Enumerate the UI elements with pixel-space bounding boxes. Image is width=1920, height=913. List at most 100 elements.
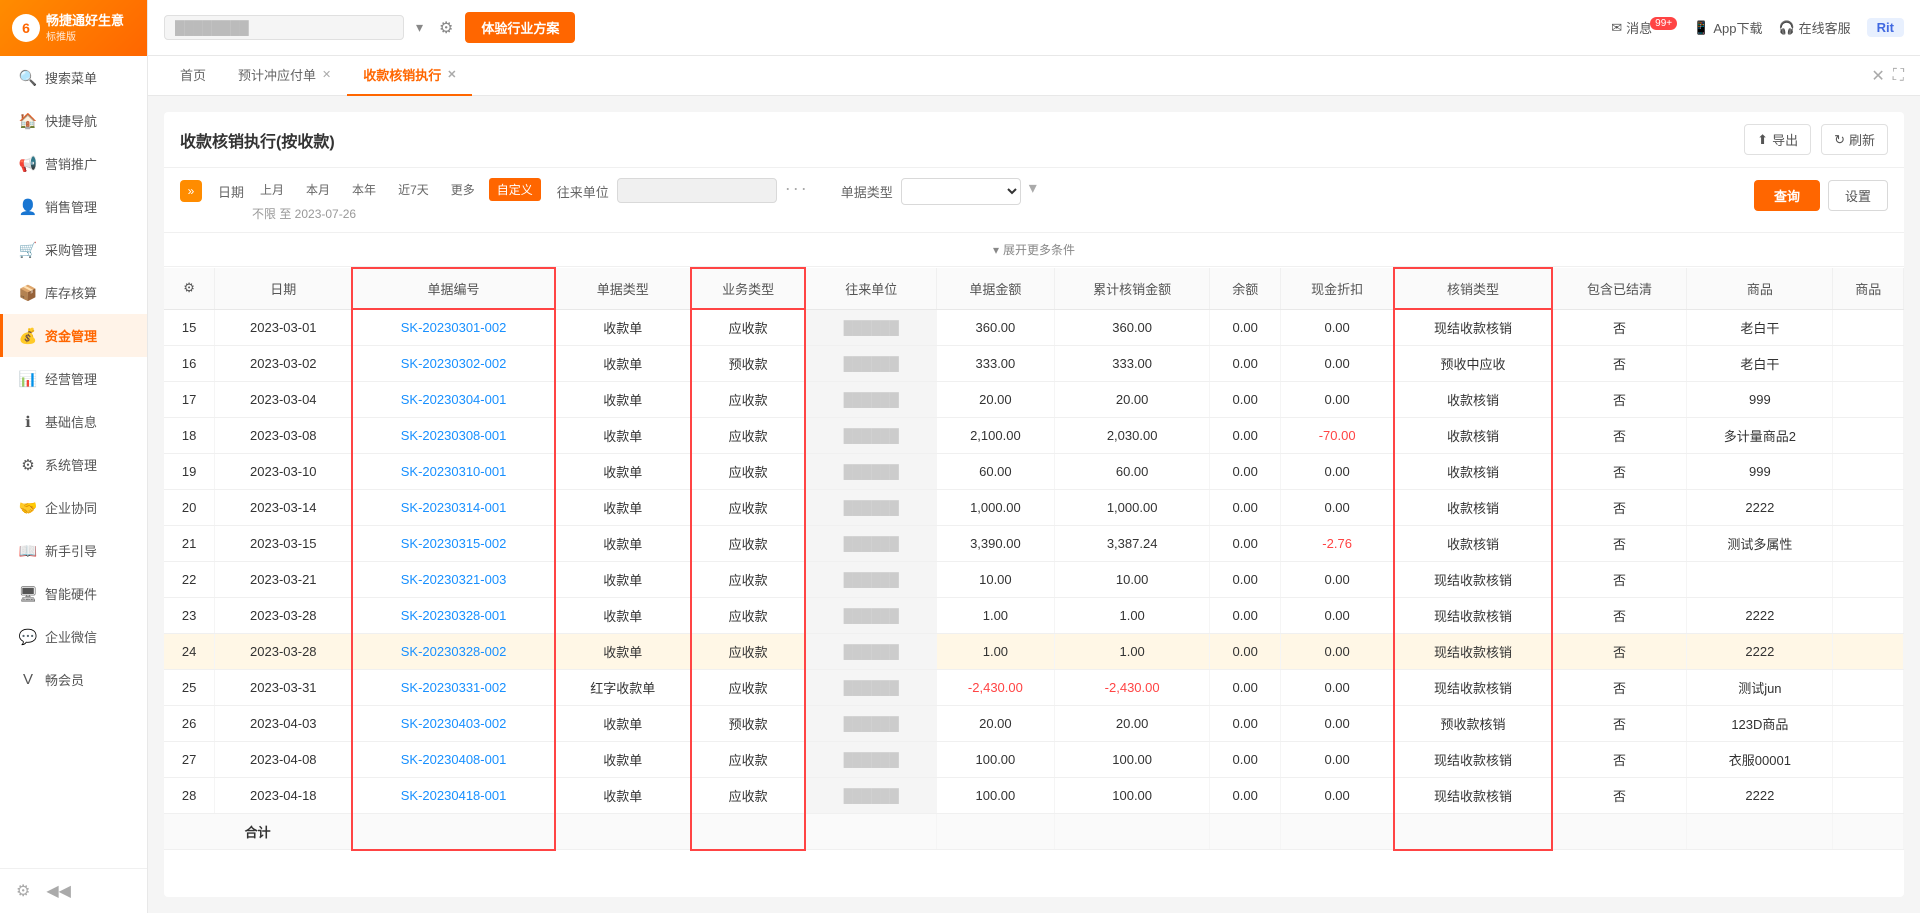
sidebar-item-hardware[interactable]: 🖥 智能硬件 xyxy=(0,572,147,615)
bill-type-select[interactable] xyxy=(901,178,1021,205)
tab-receivable[interactable]: 收款核销执行 ✕ xyxy=(347,56,472,96)
bill-no-link[interactable]: SK-20230302-002 xyxy=(401,356,507,371)
sidebar-item-operation[interactable]: 📊 经营管理 xyxy=(0,357,147,400)
inventory-icon: 📦 xyxy=(19,284,37,302)
cell-product: 衣服00001 xyxy=(1687,742,1833,778)
settings-gear-icon[interactable]: ⚙ xyxy=(16,881,30,901)
cell-biz-type: 预收款 xyxy=(691,346,806,382)
cell-product: 999 xyxy=(1687,454,1833,490)
cell-bill-amount: 100.00 xyxy=(936,742,1054,778)
bill-no-link[interactable]: SK-20230315-002 xyxy=(401,536,507,551)
sidebar-item-basic[interactable]: ℹ 基础信息 xyxy=(0,400,147,443)
bill-no-link[interactable]: SK-20230314-001 xyxy=(401,500,507,515)
bill-no-link[interactable]: SK-20230328-001 xyxy=(401,608,507,623)
cell-date: 2023-03-31 xyxy=(215,670,353,706)
cell-product: 2222 xyxy=(1687,490,1833,526)
cell-bill-no: SK-20230331-002 xyxy=(352,670,554,706)
sidebar-item-search[interactable]: 🔍 搜索菜单 xyxy=(0,56,147,99)
bill-no-link[interactable]: SK-20230308-001 xyxy=(401,428,507,443)
user-avatar-item[interactable]: Rit xyxy=(1867,18,1904,37)
cell-cumulative: -2,430.00 xyxy=(1054,670,1210,706)
query-button[interactable]: 查询 xyxy=(1754,180,1820,211)
bill-no-link[interactable]: SK-20230408-001 xyxy=(401,752,507,767)
cell-product xyxy=(1687,562,1833,598)
sidebar-item-shortcut[interactable]: 🏠 快捷导航 xyxy=(0,99,147,142)
sidebar-item-marketing[interactable]: 📢 营销推广 xyxy=(0,142,147,185)
bill-no-link[interactable]: SK-20230310-001 xyxy=(401,464,507,479)
sidebar-item-purchase[interactable]: 🛒 采购管理 xyxy=(0,228,147,271)
cell-partner: ██████ xyxy=(805,454,936,490)
tab-close-all-icon[interactable]: ✕ xyxy=(1871,66,1884,86)
topbar-gear-icon[interactable]: ⚙ xyxy=(439,18,453,38)
sidebar-item-guide[interactable]: 📖 新手引导 xyxy=(0,529,147,572)
industry-solution-button[interactable]: 体验行业方案 xyxy=(465,12,575,43)
cell-bill-no: SK-20230310-001 xyxy=(352,454,554,490)
date-btn-this-month[interactable]: 本月 xyxy=(298,178,338,201)
cell-cumulative: 100.00 xyxy=(1054,778,1210,814)
bill-no-link[interactable]: SK-20230328-002 xyxy=(401,644,507,659)
sidebar-label-enterprise: 企业协同 xyxy=(45,498,97,517)
partner-input[interactable] xyxy=(617,178,777,203)
bill-no-link[interactable]: SK-20230418-001 xyxy=(401,788,507,803)
cell-product: 老白干 xyxy=(1687,309,1833,346)
cell-cumulative: 100.00 xyxy=(1054,742,1210,778)
cell-partner: ██████ xyxy=(805,742,936,778)
tab-expand-icon[interactable]: ⛶ xyxy=(1893,67,1904,85)
sidebar-item-system[interactable]: ⚙ 系统管理 xyxy=(0,443,147,486)
cell-balance: 0.00 xyxy=(1210,562,1280,598)
bill-no-link[interactable]: SK-20230403-002 xyxy=(401,716,507,731)
sidebar-item-finance[interactable]: 💰 资金管理 xyxy=(0,314,147,357)
filter-settings-button[interactable]: 设置 xyxy=(1828,180,1888,211)
tab-home[interactable]: 首页 xyxy=(164,56,222,96)
partner-filter-group: 往来单位 ··· xyxy=(557,178,809,203)
date-btn-last-month[interactable]: 上月 xyxy=(252,178,292,201)
collapse-icon[interactable]: ◀◀ xyxy=(46,881,71,901)
table-row: 24 2023-03-28 SK-20230328-002 收款单 应收款 ██… xyxy=(164,634,1904,670)
filter-expand-button[interactable]: » xyxy=(180,180,202,202)
date-btn-more[interactable]: 更多 xyxy=(443,178,483,201)
app-download-item[interactable]: 📱 App下载 xyxy=(1693,18,1762,37)
cell-date: 2023-03-21 xyxy=(215,562,353,598)
tab-receivable-close[interactable]: ✕ xyxy=(447,68,456,81)
col-header-cumulative: 累计核销金额 xyxy=(1054,268,1210,309)
partner-label: 往来单位 xyxy=(557,178,609,201)
col-header-bill-no: 单据编号 xyxy=(352,268,554,309)
online-service-item[interactable]: 🎧 在线客服 xyxy=(1778,18,1850,37)
marketing-icon: 📢 xyxy=(19,155,37,173)
expand-more-button[interactable]: ▾ 展开更多条件 xyxy=(985,239,1083,260)
export-button[interactable]: ⬆ 导出 xyxy=(1744,124,1811,155)
cell-cumulative: 1.00 xyxy=(1054,598,1210,634)
sum-label-cell: 合计 xyxy=(164,814,352,850)
sidebar-item-inventory[interactable]: 📦 库存核算 xyxy=(0,271,147,314)
tab-payable[interactable]: 预计冲应付单 ✕ xyxy=(222,56,347,96)
sidebar-item-member[interactable]: V 畅会员 xyxy=(0,658,147,701)
tab-home-label: 首页 xyxy=(180,65,206,84)
cell-verify-type: 现结收款核销 xyxy=(1394,598,1551,634)
messages-item[interactable]: ✉ 消息 99+ xyxy=(1611,18,1677,37)
refresh-button[interactable]: ↻ 刷新 xyxy=(1821,124,1888,155)
phone-icon: 📱 xyxy=(1693,20,1709,36)
topbar-search-area: ████████ xyxy=(164,15,404,40)
cell-date: 2023-04-03 xyxy=(215,706,353,742)
tab-payable-close[interactable]: ✕ xyxy=(322,68,331,81)
cell-seq: 27 xyxy=(164,742,215,778)
bill-no-link[interactable]: SK-20230321-003 xyxy=(401,572,507,587)
guide-icon: 📖 xyxy=(19,542,37,560)
date-btn-7days[interactable]: 近7天 xyxy=(390,178,437,201)
date-btn-this-year[interactable]: 本年 xyxy=(344,178,384,201)
sidebar-item-wechat[interactable]: 💬 企业微信 xyxy=(0,615,147,658)
cell-bill-amount: 10.00 xyxy=(936,562,1054,598)
bill-no-link[interactable]: SK-20230301-002 xyxy=(401,320,507,335)
data-table-wrapper[interactable]: ⚙ 日期 单据编号 单据类型 业务类型 往来单位 单据金额 累计核销金额 余额 … xyxy=(164,267,1904,897)
date-filter-label: 日期 xyxy=(218,178,244,201)
sidebar-item-sales[interactable]: 👤 销售管理 xyxy=(0,185,147,228)
date-btn-custom[interactable]: 自定义 xyxy=(489,178,541,201)
cell-biz-type: 预收款 xyxy=(691,706,806,742)
cell-bill-no: SK-20230302-002 xyxy=(352,346,554,382)
cell-partner: ██████ xyxy=(805,309,936,346)
bill-no-link[interactable]: SK-20230331-002 xyxy=(401,680,507,695)
sidebar-nav: 🔍 搜索菜单 🏠 快捷导航 📢 营销推广 👤 销售管理 🛒 采购管理 📦 库存核… xyxy=(0,56,147,868)
bill-no-link[interactable]: SK-20230304-001 xyxy=(401,392,507,407)
app-download-label: App下载 xyxy=(1713,18,1762,37)
sidebar-item-enterprise[interactable]: 🤝 企业协同 xyxy=(0,486,147,529)
